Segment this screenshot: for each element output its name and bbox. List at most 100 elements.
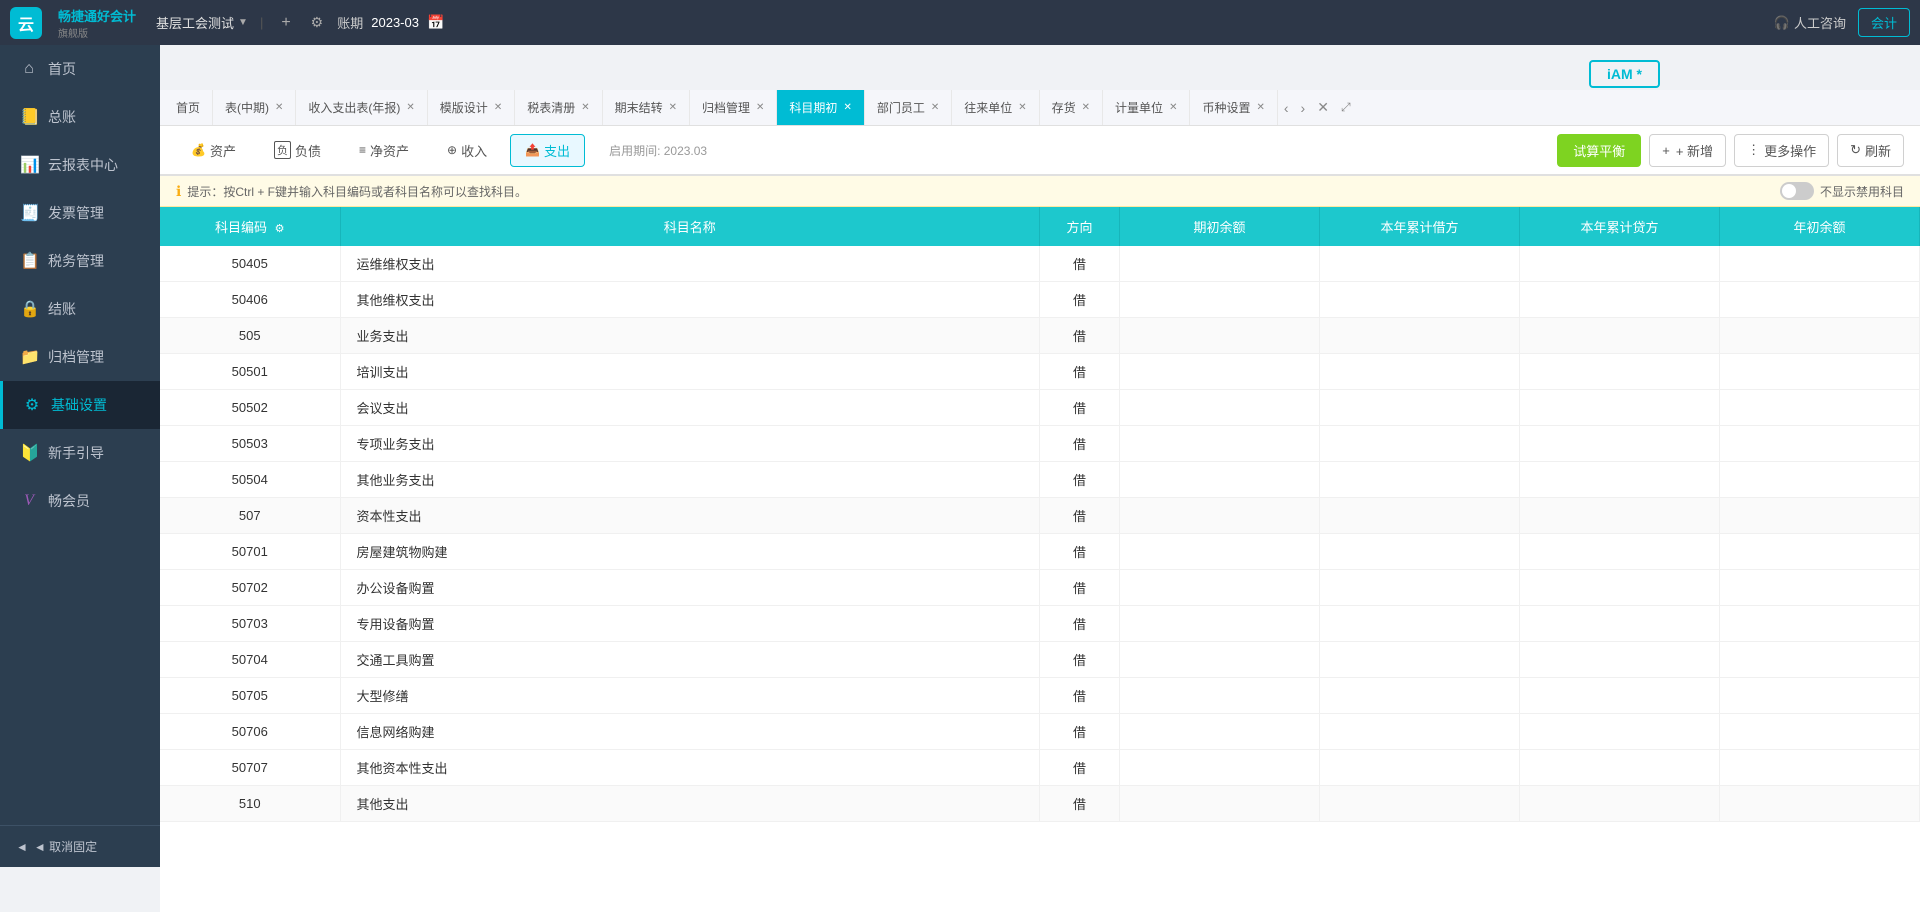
tab-income[interactable]: 收入支出表(年报) ✕: [296, 90, 427, 126]
table-row[interactable]: 510 其他支出 借: [160, 786, 1920, 822]
tab-close-archive[interactable]: ✕: [756, 102, 764, 113]
sidebar-item-settings[interactable]: ⚙ 基础设置: [0, 381, 160, 429]
tab-home[interactable]: 首页: [164, 90, 213, 126]
refresh-button[interactable]: ↻ 刷新: [1837, 134, 1904, 167]
tab-unit[interactable]: 往来单位 ✕: [952, 90, 1039, 126]
tab-template[interactable]: 模版设计 ✕: [428, 90, 515, 126]
table-row[interactable]: 50706 信息网络购建 借: [160, 714, 1920, 750]
table-row[interactable]: 50704 交通工具购置 借: [160, 642, 1920, 678]
cell-opening[interactable]: [1120, 462, 1320, 498]
tab-close-all-button[interactable]: ✕: [1311, 90, 1335, 126]
cell-opening[interactable]: [1120, 246, 1320, 282]
cell-opening[interactable]: [1120, 570, 1320, 606]
sidebar-item-close[interactable]: 🔒 结账: [0, 285, 160, 333]
table-row[interactable]: 50701 房屋建筑物购建 借: [160, 534, 1920, 570]
calendar-icon[interactable]: 📅: [427, 14, 444, 31]
cell-opening[interactable]: [1120, 786, 1320, 822]
table-row[interactable]: 50503 专项业务支出 借: [160, 426, 1920, 462]
tab-currency[interactable]: 币种设置 ✕: [1190, 90, 1277, 126]
cell-opening[interactable]: [1120, 282, 1320, 318]
gear-icon[interactable]: ⚙: [275, 223, 285, 235]
table-row[interactable]: 505 业务支出 借: [160, 318, 1920, 354]
table-row[interactable]: 50405 运维维权支出 借: [160, 246, 1920, 282]
help-button[interactable]: 🎧 人工咨询: [1774, 13, 1846, 32]
sub-tab-expense[interactable]: 📤 支出: [510, 134, 585, 167]
cell-opening[interactable]: [1120, 354, 1320, 390]
cell-opening[interactable]: [1120, 498, 1320, 534]
table-row[interactable]: 50702 办公设备购置 借: [160, 570, 1920, 606]
account-button[interactable]: 会计: [1858, 8, 1910, 37]
tab-close-template[interactable]: ✕: [494, 102, 502, 113]
sidebar-item-guide[interactable]: 🔰 新手引导: [0, 429, 160, 477]
sidebar-item-home[interactable]: ⌂ 首页: [0, 45, 160, 93]
cell-opening[interactable]: [1120, 534, 1320, 570]
tab-interim[interactable]: 表(中期) ✕: [213, 90, 296, 126]
tab-close-interim[interactable]: ✕: [275, 102, 283, 113]
tab-expand-button[interactable]: ⤢: [1335, 90, 1357, 126]
tab-close-period-end[interactable]: ✕: [669, 102, 677, 113]
tab-close-inventory[interactable]: ✕: [1082, 102, 1090, 113]
cell-opening[interactable]: [1120, 390, 1320, 426]
sub-tab-asset[interactable]: 💰 资产: [176, 134, 251, 167]
toggle-switch[interactable]: 不显示禁用科目: [1780, 182, 1904, 200]
tab-close-income[interactable]: ✕: [406, 102, 414, 113]
sidebar-item-report[interactable]: 📊 云报表中心: [0, 141, 160, 189]
tab-close-currency[interactable]: ✕: [1256, 102, 1264, 113]
sidebar-item-tax[interactable]: 📋 税务管理: [0, 237, 160, 285]
toggle-control[interactable]: [1780, 182, 1814, 200]
tab-measure[interactable]: 计量单位 ✕: [1103, 90, 1190, 126]
tab-close-measure[interactable]: ✕: [1169, 102, 1177, 113]
sidebar-item-invoice[interactable]: 🧾 发票管理: [0, 189, 160, 237]
cell-direction: 借: [1040, 678, 1120, 714]
settings-icon[interactable]: ⚙: [305, 12, 330, 33]
period-value[interactable]: 2023-03: [371, 15, 419, 30]
table-row[interactable]: 50707 其他资本性支出 借: [160, 750, 1920, 786]
table-row[interactable]: 50703 专用设备购置 借: [160, 606, 1920, 642]
cell-direction: 借: [1040, 354, 1120, 390]
tab-dept[interactable]: 部门员工 ✕: [865, 90, 952, 126]
sidebar-item-member[interactable]: V 畅会员: [0, 477, 160, 525]
cell-opening[interactable]: [1120, 318, 1320, 354]
cell-name: 运维维权支出: [340, 246, 1040, 282]
cell-opening[interactable]: [1120, 606, 1320, 642]
sub-tab-net-asset[interactable]: ≡ 净资产: [344, 134, 424, 167]
cell-opening[interactable]: [1120, 714, 1320, 750]
tab-nav-prev[interactable]: ‹: [1278, 90, 1295, 126]
tab-subject-period[interactable]: 科目期初 ✕: [777, 90, 864, 126]
sidebar-item-archive[interactable]: 📁 归档管理: [0, 333, 160, 381]
tab-nav-next[interactable]: ›: [1295, 90, 1312, 126]
table-row[interactable]: 50501 培训支出 借: [160, 354, 1920, 390]
sidebar-item-ledger[interactable]: 📒 总账: [0, 93, 160, 141]
period-info: 启用期间: 2023.03: [609, 142, 707, 159]
tab-close-unit[interactable]: ✕: [1018, 102, 1026, 113]
cell-opening[interactable]: [1120, 678, 1320, 714]
cell-opening[interactable]: [1120, 426, 1320, 462]
cell-opening[interactable]: [1120, 750, 1320, 786]
table-row[interactable]: 50502 会议支出 借: [160, 390, 1920, 426]
sub-tab-income[interactable]: ⊕ 收入: [432, 134, 502, 167]
tab-inventory[interactable]: 存货 ✕: [1040, 90, 1103, 126]
more-button[interactable]: ⋮ 更多操作: [1734, 134, 1829, 167]
cell-direction: 借: [1040, 318, 1120, 354]
balance-button[interactable]: 试算平衡: [1557, 134, 1641, 167]
table-row[interactable]: 50504 其他业务支出 借: [160, 462, 1920, 498]
sidebar-collapse-button[interactable]: ◄ ◄ 取消固定: [16, 838, 144, 855]
hint-bar: ℹ 提示：按Ctrl + F键并输入科目编码或者科目名称可以查找科目。 不显示禁…: [160, 176, 1920, 207]
table-row[interactable]: 50705 大型修缮 借: [160, 678, 1920, 714]
tab-close-dept[interactable]: ✕: [931, 102, 939, 113]
cell-opening[interactable]: [1120, 642, 1320, 678]
add-button[interactable]: + + 新增: [1649, 134, 1726, 167]
tab-close-tax[interactable]: ✕: [581, 102, 589, 113]
logo-area: 云: [10, 7, 42, 39]
tab-tax[interactable]: 税表清册 ✕: [515, 90, 602, 126]
table-row[interactable]: 507 资本性支出 借: [160, 498, 1920, 534]
add-workspace-button[interactable]: +: [275, 12, 296, 34]
cell-direction: 借: [1040, 714, 1120, 750]
tab-period-end[interactable]: 期末结转 ✕: [603, 90, 690, 126]
tab-archive[interactable]: 归档管理 ✕: [690, 90, 777, 126]
tab-close-subject[interactable]: ✕: [843, 102, 851, 113]
sub-tab-liability[interactable]: 负 负债: [259, 134, 336, 167]
workspace-selector[interactable]: 基层工会测试 ▼: [156, 13, 248, 32]
table-row[interactable]: 50406 其他维权支出 借: [160, 282, 1920, 318]
table-container[interactable]: 科目编码 ⚙ 科目名称 方向 期初余额 本年累计借方 本年累计贷方 年初余额 5…: [160, 207, 1920, 912]
